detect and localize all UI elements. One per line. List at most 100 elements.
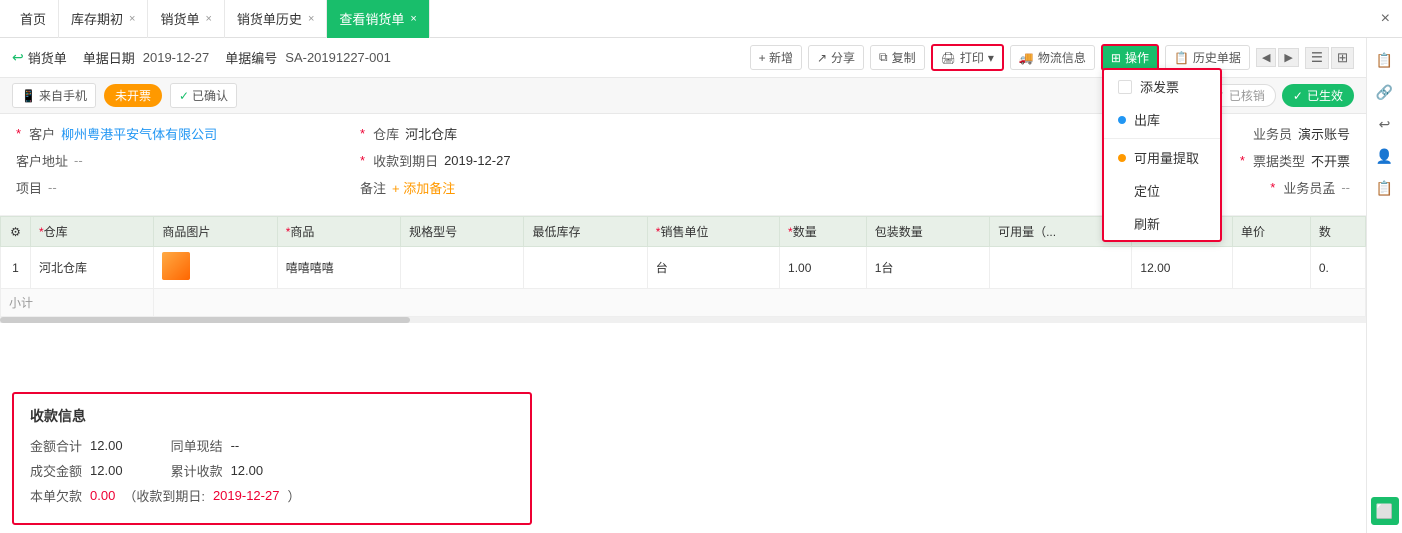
owed-date: 2019-12-27 [213, 488, 280, 503]
ticket-required: * [1240, 153, 1245, 168]
tab-view-sales-close[interactable]: × [410, 13, 416, 25]
staff2-required: * [1270, 180, 1275, 195]
horizontal-scrollbar[interactable] [0, 317, 1366, 323]
tab-inventory-close[interactable]: × [129, 13, 135, 25]
operations-button[interactable]: ⊞ 操作 [1101, 44, 1159, 71]
date-value: 2019-12-27 [143, 50, 210, 65]
sidebar-return-icon[interactable]: ↩ [1371, 110, 1399, 138]
copy-button[interactable]: ⧉ 复制 [870, 45, 925, 70]
refresh-label: 刷新 [1134, 214, 1160, 233]
address-label: 客户地址 [16, 151, 68, 170]
row-stock: 12.00 [1132, 247, 1233, 289]
sidebar-link-icon[interactable]: 🔗 [1371, 78, 1399, 106]
check-icon: ✓ [179, 89, 189, 103]
doc-meta: 单据日期 2019-12-27 单据编号 SA-20191227-001 [83, 48, 391, 67]
tab-view-sales-label: 查看销货单 [339, 9, 404, 28]
outbound-label: 出库 [1134, 110, 1160, 129]
cumulative-field: 累计收款 12.00 [171, 461, 264, 480]
staff-value: 演示账号 [1298, 124, 1350, 143]
next-btn[interactable]: ▶ [1278, 48, 1298, 67]
subtotal-values [154, 289, 1366, 317]
staff2-value: -- [1341, 180, 1350, 195]
sidebar-expand-icon[interactable]: ⬜ [1371, 497, 1399, 525]
available-qty-label: 可用量提取 [1134, 148, 1199, 167]
confirm-btn[interactable]: ✓ 已确认 [170, 83, 237, 108]
project-value: -- [48, 180, 57, 195]
operations-dropdown: 添发票 出库 可用量提取 定位 刷新 [1102, 68, 1222, 242]
col-min-stock: 最低库存 [524, 217, 647, 247]
tab-sales-label: 销货单 [160, 9, 199, 28]
row-spec [401, 247, 524, 289]
remark-label: 备注 [360, 178, 386, 197]
tab-history[interactable]: 销货单历史 × [225, 0, 327, 38]
outbound-item[interactable]: 出库 [1104, 103, 1220, 136]
tab-inventory-label: 库存期初 [71, 9, 123, 28]
row-img [154, 247, 277, 289]
cancelled-label: 已核销 [1229, 87, 1265, 104]
logistics-label: 物流信息 [1038, 49, 1086, 66]
from-mobile-btn[interactable]: 📱 来自手机 [12, 83, 96, 108]
row-index: 1 [1, 247, 31, 289]
sidebar-table-icon[interactable]: 📋 [1371, 174, 1399, 202]
print-button[interactable]: 🖨 打印 ▾ [931, 44, 1004, 71]
col-spec: 规格型号 [401, 217, 524, 247]
history-button[interactable]: 📋 历史单据 [1165, 45, 1250, 70]
remark-add[interactable]: + 添加备注 [392, 178, 455, 197]
add-button[interactable]: + 新增 [750, 45, 802, 70]
locate-item[interactable]: 定位 [1104, 174, 1220, 207]
not-opened-btn[interactable]: 未开票 [104, 84, 162, 107]
ticket-field: * 票据类型 不开票 [1240, 151, 1350, 170]
customer-value[interactable]: 柳州粤港平安气体有限公司 [61, 124, 217, 143]
payment-title: 收款信息 [30, 406, 514, 426]
list-view-btn[interactable]: ☰ [1305, 47, 1329, 69]
doc-title-text: 销货单 [28, 48, 67, 67]
add-invoice-item[interactable]: 添发票 [1104, 70, 1220, 103]
logistics-button[interactable]: 🚚 物流信息 [1010, 45, 1095, 70]
amount-value: 12.00 [90, 438, 123, 453]
available-qty-item[interactable]: 可用量提取 [1104, 141, 1220, 174]
sidebar-doc-icon[interactable]: 📋 [1371, 46, 1399, 74]
row-available [990, 247, 1132, 289]
staff2-field: * 业务员孟 -- [1270, 178, 1350, 197]
tab-inventory[interactable]: 库存期初 × [59, 0, 148, 38]
sidebar-user-icon[interactable]: 👤 [1371, 142, 1399, 170]
col-img: 商品图片 [154, 217, 277, 247]
payment-row-2: 成交金额 12.00 累计收款 12.00 [30, 461, 514, 480]
row-min-stock [524, 247, 647, 289]
print-icon: 🖨 [941, 51, 956, 65]
col-gear: ⚙ [1, 217, 31, 247]
tab-home[interactable]: 首页 [8, 0, 59, 38]
tab-view-sales[interactable]: 查看销货单 × [327, 0, 429, 38]
staff-label: 业务员 [1253, 124, 1292, 143]
window-close-btn[interactable]: × [1381, 10, 1390, 28]
payment-panel: 收款信息 金额合计 12.00 同单现结 -- 成交金额 12.00 [12, 392, 532, 525]
doc-actions: + 新增 ↗ 分享 ⧉ 复制 🖨 打印 ▾ [750, 44, 1354, 71]
effective-badge[interactable]: ✓ 已生效 [1282, 84, 1354, 107]
owed-field: 本单欠款 0.00 （收款到期日: 2019-12-27 ） [30, 486, 300, 505]
subtotal-row: 小计 [1, 289, 1366, 317]
refresh-item[interactable]: 刷新 [1104, 207, 1220, 240]
row-unit: 台 [647, 247, 779, 289]
tab-sales[interactable]: 销货单 × [148, 0, 224, 38]
row-price [1233, 247, 1311, 289]
prev-btn[interactable]: ◀ [1256, 48, 1276, 67]
owed-value: 0.00 [90, 488, 115, 503]
same-order-value: -- [231, 438, 240, 453]
confirm-label: 已确认 [192, 87, 228, 104]
grid-view-btn[interactable]: ⊞ [1331, 47, 1354, 69]
col-product: *商品 [277, 217, 400, 247]
tab-sales-close[interactable]: × [205, 13, 211, 25]
scrollbar-thumb[interactable] [0, 317, 410, 323]
orange-dot [1118, 154, 1126, 162]
copy-label: 复制 [892, 49, 916, 66]
check-circle-icon2: ✓ [1293, 89, 1303, 103]
trade-field: 成交金额 12.00 [30, 461, 123, 480]
doc-icon: ↩ [12, 49, 24, 66]
share-button[interactable]: ↗ 分享 [808, 45, 864, 70]
tab-history-close[interactable]: × [308, 13, 314, 25]
mobile-icon: 📱 [21, 89, 36, 103]
due-date-required: * [360, 153, 365, 168]
right-sidebar: 📋 🔗 ↩ 👤 📋 ⬜ [1366, 38, 1402, 533]
operations-icon: ⊞ [1111, 51, 1121, 65]
col-pkg: 包装数量 [866, 217, 989, 247]
